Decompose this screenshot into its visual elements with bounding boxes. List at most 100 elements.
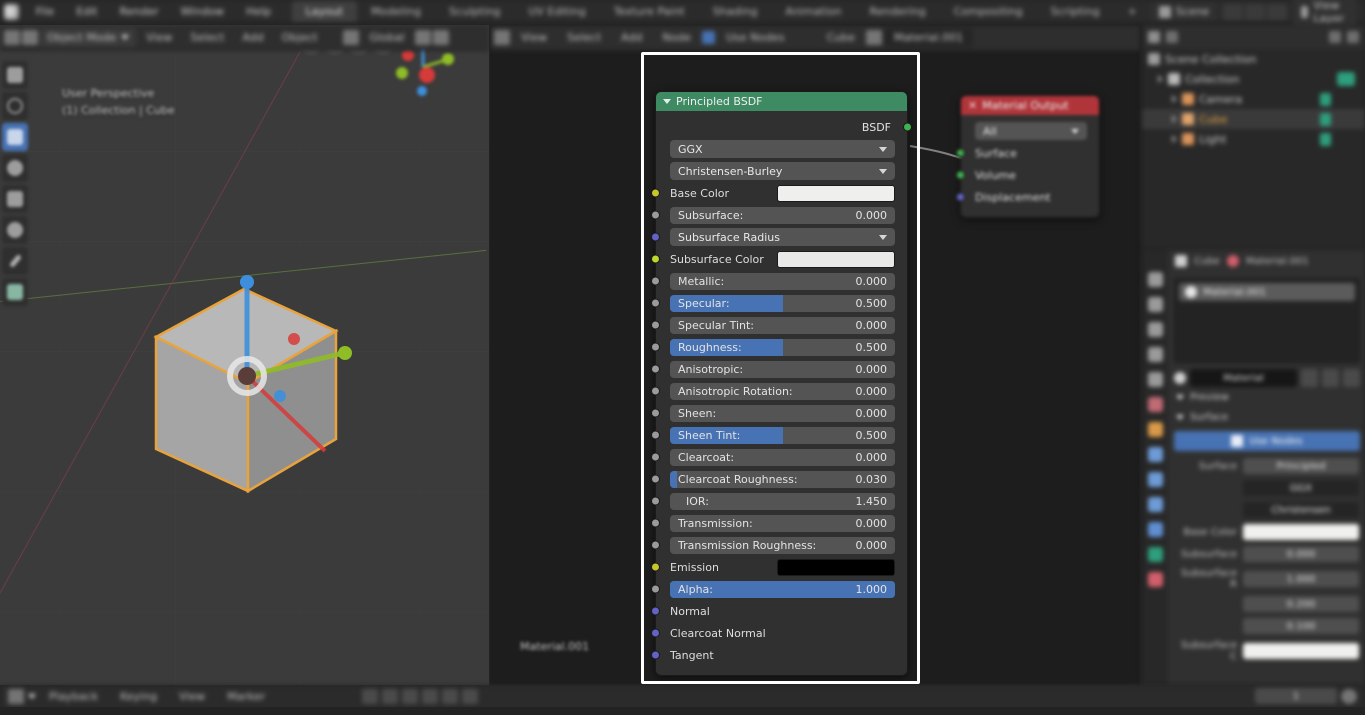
use-nodes-checkbox[interactable] [702,31,715,44]
socket-alpha[interactable] [651,585,660,594]
property-distribution-row[interactable]: GGX [1168,477,1365,499]
properties-tab-data[interactable] [1148,547,1163,562]
property-subsurface-radius-row-2[interactable]: 0.200 [1168,593,1365,615]
timeline-menu-keying[interactable]: Keying [111,688,166,705]
material-icon[interactable] [866,30,882,45]
chevron-down-icon[interactable] [663,99,671,104]
property-value[interactable]: 0.200 [1243,596,1359,612]
property-value[interactable]: Principled [1243,458,1359,474]
cube-visibility-icon[interactable] [1320,113,1331,126]
node-output-bsdf[interactable]: BSDF [656,116,907,138]
socket-anisotropic-rotation[interactable] [651,387,660,396]
alpha-slider[interactable]: Alpha: 1.000 [670,581,895,598]
timeline-icon[interactable] [8,689,24,704]
material-slot-list[interactable]: Material.001 [1174,278,1360,363]
node-input-subsurface-radius[interactable]: Subsurface Radius [656,226,907,248]
transmission-roughness-slider[interactable]: Transmission Roughness: 0.000 [670,537,895,554]
viewport-menu-select[interactable]: Select [182,28,232,47]
socket-displacement[interactable] [956,193,965,202]
properties-tab-output[interactable] [1148,322,1163,337]
menu-render[interactable]: Render [109,2,170,21]
output-target-dropdown[interactable]: All [975,122,1087,140]
menu-edit[interactable]: Edit [65,2,108,21]
panel-surface[interactable]: Surface [1168,407,1365,427]
node-input-normal[interactable]: Normal [656,600,907,622]
node-input-specular-tint[interactable]: Specular Tint: 0.000 [656,314,907,336]
object-mode-icon[interactable] [22,30,38,45]
anisotropic-rotation-slider[interactable]: Anisotropic Rotation: 0.000 [670,383,895,400]
scene-selector[interactable]: Scene [1151,2,1218,21]
roughness-slider[interactable]: Roughness: 0.500 [670,339,895,356]
filter-icon[interactable] [1347,31,1359,43]
properties-tab-scene[interactable] [1148,372,1163,387]
node-input-subsurface[interactable]: Subsurface: 0.000 [656,204,907,226]
socket-anisotropic[interactable] [651,365,660,374]
mode-selector[interactable]: Object Mode [40,28,136,47]
menu-window[interactable]: Window [170,2,235,21]
properties-tab-modifier[interactable] [1148,447,1163,462]
magnet-icon[interactable] [415,30,431,45]
node-input-transmission-roughness[interactable]: Transmission Roughness: 0.000 [656,534,907,556]
editor-type-icon[interactable] [4,30,20,45]
transform-orientation-label[interactable]: Global [361,28,412,47]
current-frame-field[interactable]: 1 [1255,688,1337,704]
workspace-tab-rendering[interactable]: Rendering [856,1,940,22]
socket-sheen[interactable] [651,409,660,418]
expand-arrow-icon[interactable] [1158,75,1163,83]
shader-menu-node[interactable]: Node [653,28,700,47]
timeline-menu-playback[interactable]: Playback [40,688,107,705]
search-icon[interactable] [1329,31,1341,43]
clearcoat-roughness-slider[interactable]: Clearcoat Roughness: 0.030 [670,471,895,488]
breadcrumb-material[interactable]: Material.001 [1246,256,1309,267]
shader-node-canvas[interactable]: ✕ Material Output All Surface [490,51,1140,685]
topbar-toggle-1[interactable] [1223,4,1243,20]
node-input-clearcoat[interactable]: Clearcoat: 0.000 [656,446,907,468]
socket-ior[interactable] [651,497,660,506]
socket-specular[interactable] [651,299,660,308]
view-layer-selector[interactable]: View Layer [1293,0,1357,28]
node-input-surface[interactable]: Surface [961,142,1099,164]
properties-tab-constraint[interactable] [1148,522,1163,537]
prev-keyframe-icon[interactable] [382,689,398,704]
node-input-clearcoat-normal[interactable]: Clearcoat Normal [656,622,907,644]
property-subsurface-color-row[interactable]: Subsurface C [1168,637,1365,665]
distribution-row[interactable]: GGX [656,138,907,160]
shader-editor-icon[interactable] [494,30,510,45]
node-header-principled-bsdf[interactable]: Principled BSDF [656,92,907,111]
node-principled-bsdf[interactable]: Principled BSDF BSDF GGX [655,91,908,676]
proportional-edit-icon[interactable] [433,30,449,45]
property-value[interactable]: Christensen [1243,502,1359,518]
socket-volume[interactable] [956,171,965,180]
socket-emission[interactable] [651,563,660,572]
node-material-output[interactable]: ✕ Material Output All Surface [960,95,1100,218]
viewport-menu-view[interactable]: View [138,28,180,47]
subsurface-slider[interactable]: Subsurface: 0.000 [670,207,895,224]
socket-subsurface-color[interactable] [651,255,660,264]
output-target-row[interactable]: All [961,120,1099,142]
outliner-row-cube[interactable]: Cube [1142,109,1365,129]
tool-transform[interactable] [2,216,28,244]
sheen-tint-slider[interactable]: Sheen Tint: 0.500 [670,427,895,444]
outliner[interactable]: Scene Collection Collection Camera Cube … [1141,25,1365,250]
shader-editor[interactable]: ✕ Material Output All Surface [490,25,1140,685]
outliner-icon[interactable] [1148,31,1160,43]
tool-measure[interactable] [2,278,28,306]
blender-logo-icon[interactable] [4,4,19,20]
workspace-add-button[interactable]: + [1114,1,1151,22]
jump-start-icon[interactable] [362,689,378,704]
tool-annotate[interactable] [2,247,28,275]
expand-arrow-icon[interactable] [1172,115,1177,123]
property-base-color-row[interactable]: Base Color [1168,521,1365,543]
specular-tint-slider[interactable]: Specular Tint: 0.000 [670,317,895,334]
menu-help[interactable]: Help [235,2,282,21]
outliner-row-light[interactable]: Light [1142,129,1365,149]
next-keyframe-icon[interactable] [442,689,458,704]
socket-surface[interactable] [956,149,965,158]
new-material-button[interactable] [1301,369,1318,387]
node-input-roughness[interactable]: Roughness: 0.500 [656,336,907,358]
socket-specular-tint[interactable] [651,321,660,330]
subsurface-method-row[interactable]: Christensen-Burley [656,160,907,182]
properties-tab-view-layer[interactable] [1148,347,1163,362]
frame-icon[interactable] [1341,689,1357,704]
socket-roughness[interactable] [651,343,660,352]
